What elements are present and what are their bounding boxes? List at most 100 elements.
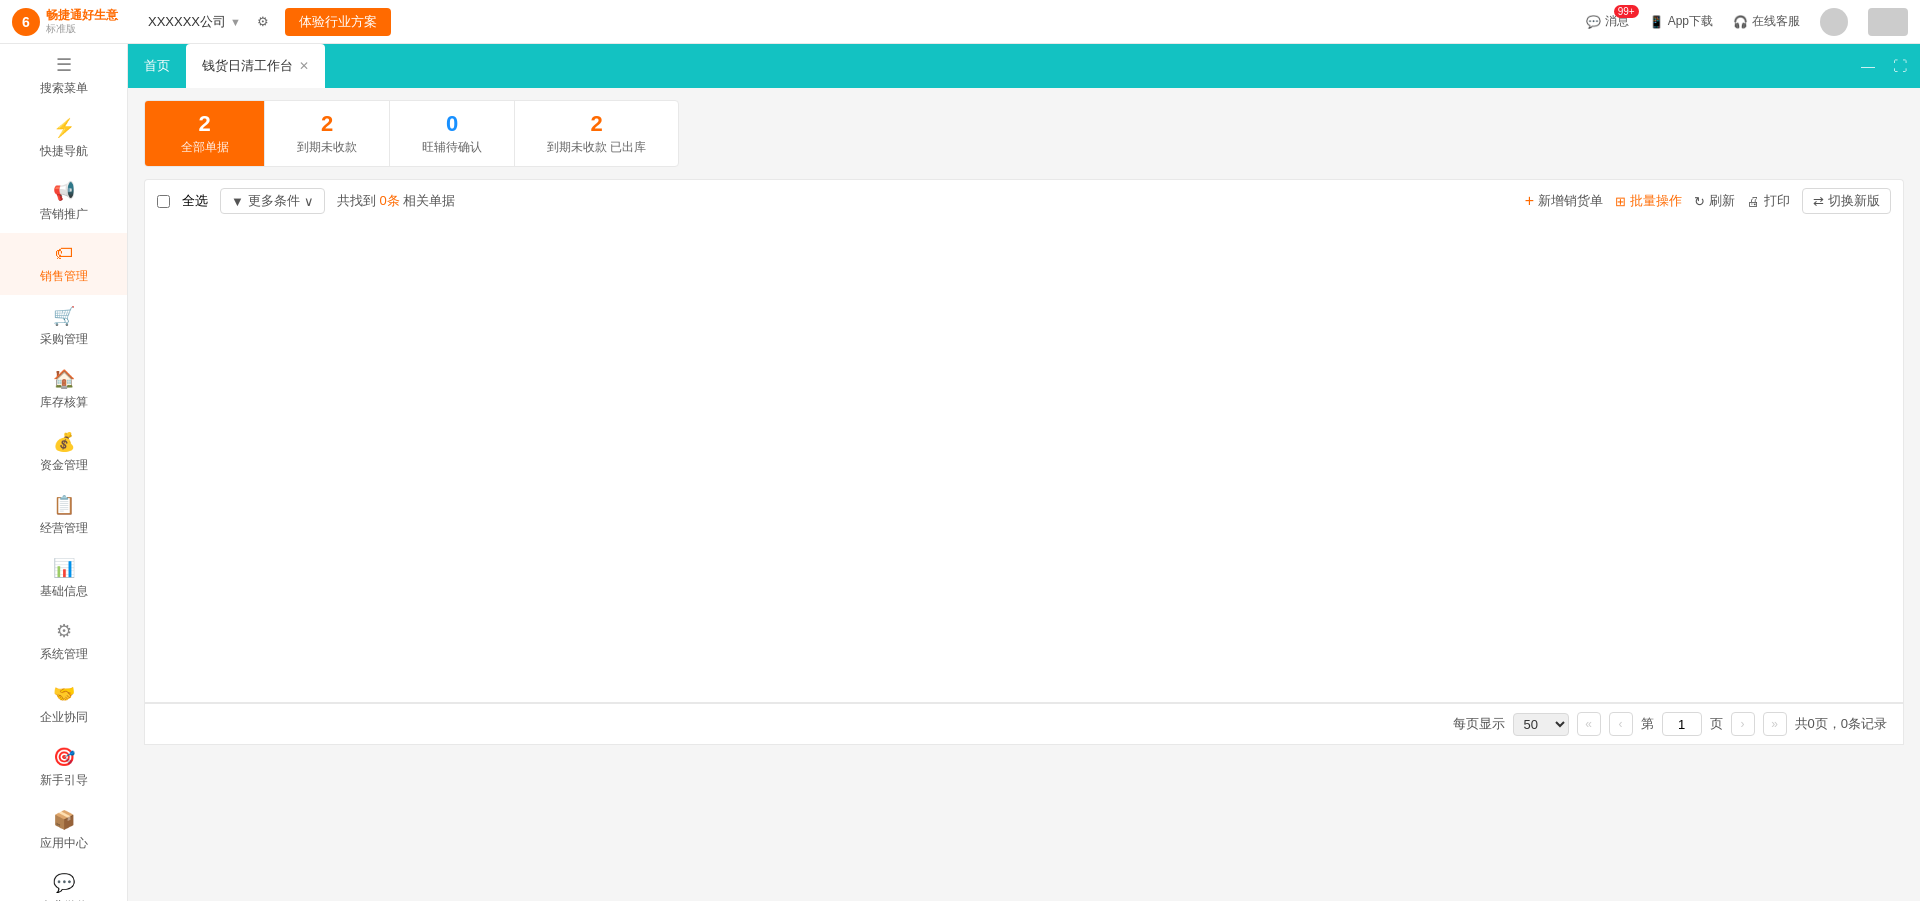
settings-button[interactable]: ⚙ <box>249 8 277 36</box>
finance-icon: 💰 <box>53 431 75 453</box>
toolbar-right: + 新增销货单 ⊞ 批量操作 ↻ 刷新 🖨 打印 ⇄ 切换新版 <box>1525 188 1891 214</box>
user-name-area[interactable] <box>1868 8 1908 36</box>
sidebar: ☰ 搜索菜单 ⚡ 快捷导航 📢 营销推广 🏷 销售管理 🛒 采购管理 🏠 库存核… <box>0 44 128 901</box>
sidebar-item-purchase[interactable]: 🛒 采购管理 <box>0 295 127 358</box>
system-icon: ⚙ <box>56 620 72 642</box>
inventory-icon: 🏠 <box>53 368 75 390</box>
message-item[interactable]: 💬 消息 99+ <box>1586 13 1629 30</box>
sales-icon: 🏷 <box>55 243 73 264</box>
sidebar-item-label: 库存核算 <box>40 394 88 411</box>
new-sale-button[interactable]: + 新增销货单 <box>1525 192 1603 210</box>
filter-button[interactable]: ▼ 更多条件 ∨ <box>220 188 325 214</box>
sidebar-item-label: 企业协同 <box>40 709 88 726</box>
sidebar-item-label: 采购管理 <box>40 331 88 348</box>
sidebar-item-label: 销售管理 <box>40 268 88 285</box>
per-page-label: 每页显示 <box>1453 715 1505 733</box>
first-page-button[interactable]: « <box>1577 712 1601 736</box>
main-area: 首页 钱货日清工作台 ✕ — ⛶ 2 全部单据 2 到期未收款 0 旺辅待确认 <box>128 44 1920 901</box>
stats-tab-all[interactable]: 2 全部单据 <box>145 101 265 166</box>
sidebar-item-label: 基础信息 <box>40 583 88 600</box>
logo-title: 畅捷通好生意 <box>46 8 118 22</box>
tab-bar-actions: — ⛶ <box>1856 54 1920 78</box>
sidebar-item-label: 营销推广 <box>40 206 88 223</box>
sidebar-item-marketing[interactable]: 📢 营销推广 <box>0 170 127 233</box>
company-selector[interactable]: XXXXXX公司 ▼ <box>148 13 241 31</box>
batch-operation-button[interactable]: ⊞ 批量操作 <box>1615 192 1682 210</box>
stats-tab-overdue-out[interactable]: 2 到期未收款 已出库 <box>515 101 678 166</box>
select-all-checkbox[interactable] <box>157 195 170 208</box>
filter-label: 更多条件 <box>248 192 300 210</box>
print-label: 打印 <box>1764 192 1790 210</box>
sidebar-item-sales[interactable]: 🏷 销售管理 <box>0 233 127 295</box>
sidebar-item-label: 快捷导航 <box>40 143 88 160</box>
filter-icon: ▼ <box>231 194 244 209</box>
sidebar-item-inventory[interactable]: 🏠 库存核算 <box>0 358 127 421</box>
sidebar-item-basic-info[interactable]: 📊 基础信息 <box>0 547 127 610</box>
select-all-label: 全选 <box>182 192 208 210</box>
print-button[interactable]: 🖨 打印 <box>1747 192 1790 210</box>
batch-label: 批量操作 <box>1630 192 1682 210</box>
sidebar-item-label: 应用中心 <box>40 835 88 852</box>
tab-workbench[interactable]: 钱货日清工作台 ✕ <box>186 44 325 88</box>
stats-tab-overdue[interactable]: 2 到期未收款 <box>265 101 390 166</box>
sidebar-item-quick-nav[interactable]: ⚡ 快捷导航 <box>0 107 127 170</box>
batch-icon: ⊞ <box>1615 194 1626 209</box>
sidebar-item-label: 经营管理 <box>40 520 88 537</box>
logo-area: 6 畅捷通好生意 标准版 <box>12 8 140 36</box>
found-count: 0条 <box>380 193 400 208</box>
message-icon: 💬 <box>1586 15 1601 29</box>
logo-icon: 6 <box>12 8 40 36</box>
header-right: 💬 消息 99+ 📱 App下载 🎧 在线客服 <box>1586 8 1908 36</box>
logo-sub: 标准版 <box>46 23 118 35</box>
tab-workbench-label: 钱货日清工作台 <box>202 57 293 75</box>
sidebar-item-guide[interactable]: 🎯 新手引导 <box>0 736 127 799</box>
tab-home[interactable]: 首页 <box>128 44 186 88</box>
stats-all-label: 全部单据 <box>177 139 232 156</box>
sidebar-item-system[interactable]: ⚙ 系统管理 <box>0 610 127 673</box>
refresh-icon: ↻ <box>1694 194 1705 209</box>
filter-arrow: ∨ <box>304 194 314 209</box>
sidebar-item-operations[interactable]: 📋 经营管理 <box>0 484 127 547</box>
per-page-select[interactable]: 50 100 200 <box>1513 713 1569 736</box>
sidebar-item-search-menu[interactable]: ☰ 搜索菜单 <box>0 44 127 107</box>
tab-bar: 首页 钱货日清工作台 ✕ — ⛶ <box>128 44 1920 88</box>
sidebar-item-apps[interactable]: 📦 应用中心 <box>0 799 127 862</box>
tab-close-icon[interactable]: ✕ <box>299 59 309 73</box>
stats-overdue-out-count: 2 <box>547 111 646 137</box>
avatar[interactable] <box>1820 8 1848 36</box>
total-info: 共0页，0条记录 <box>1795 715 1887 733</box>
online-service-icon: 🎧 <box>1733 15 1748 29</box>
tab-maximize-button[interactable]: ⛶ <box>1888 54 1912 78</box>
app-download-icon: 📱 <box>1649 15 1664 29</box>
stats-tab-wangwang[interactable]: 0 旺辅待确认 <box>390 101 515 166</box>
stats-overdue-count: 2 <box>297 111 357 137</box>
main-content: 2 全部单据 2 到期未收款 0 旺辅待确认 2 到期未收款 已出库 全选 ▼ … <box>128 88 1920 901</box>
last-page-button[interactable]: » <box>1763 712 1787 736</box>
switch-version-button[interactable]: ⇄ 切换新版 <box>1802 188 1891 214</box>
next-page-button[interactable]: › <box>1731 712 1755 736</box>
online-service-item[interactable]: 🎧 在线客服 <box>1733 13 1800 30</box>
sidebar-item-enterprise[interactable]: 🤝 企业协同 <box>0 673 127 736</box>
trial-button[interactable]: 体验行业方案 <box>285 8 391 36</box>
sidebar-item-label: 新手引导 <box>40 772 88 789</box>
stats-wangwang-label: 旺辅待确认 <box>422 139 482 156</box>
empty-area <box>145 222 1903 702</box>
tab-minimize-button[interactable]: — <box>1856 54 1880 78</box>
top-header: 6 畅捷通好生意 标准版 XXXXXX公司 ▼ ⚙ 体验行业方案 💬 消息 99… <box>0 0 1920 44</box>
refresh-button[interactable]: ↻ 刷新 <box>1694 192 1735 210</box>
sidebar-item-wechat[interactable]: 💬 企业微信 <box>0 862 127 901</box>
page-suffix: 页 <box>1710 715 1723 733</box>
plus-icon: + <box>1525 192 1534 210</box>
app-download-label: App下载 <box>1668 13 1713 30</box>
switch-label: 切换新版 <box>1828 192 1880 210</box>
basic-info-icon: 📊 <box>53 557 75 579</box>
stats-wangwang-count: 0 <box>422 111 482 137</box>
app-download-item[interactable]: 📱 App下载 <box>1649 13 1713 30</box>
company-name: XXXXXX公司 <box>148 13 226 31</box>
page-input[interactable] <box>1662 712 1702 736</box>
purchase-icon: 🛒 <box>53 305 75 327</box>
prev-page-button[interactable]: ‹ <box>1609 712 1633 736</box>
sidebar-item-finance[interactable]: 💰 资金管理 <box>0 421 127 484</box>
stats-all-count: 2 <box>177 111 232 137</box>
apps-icon: 📦 <box>53 809 75 831</box>
